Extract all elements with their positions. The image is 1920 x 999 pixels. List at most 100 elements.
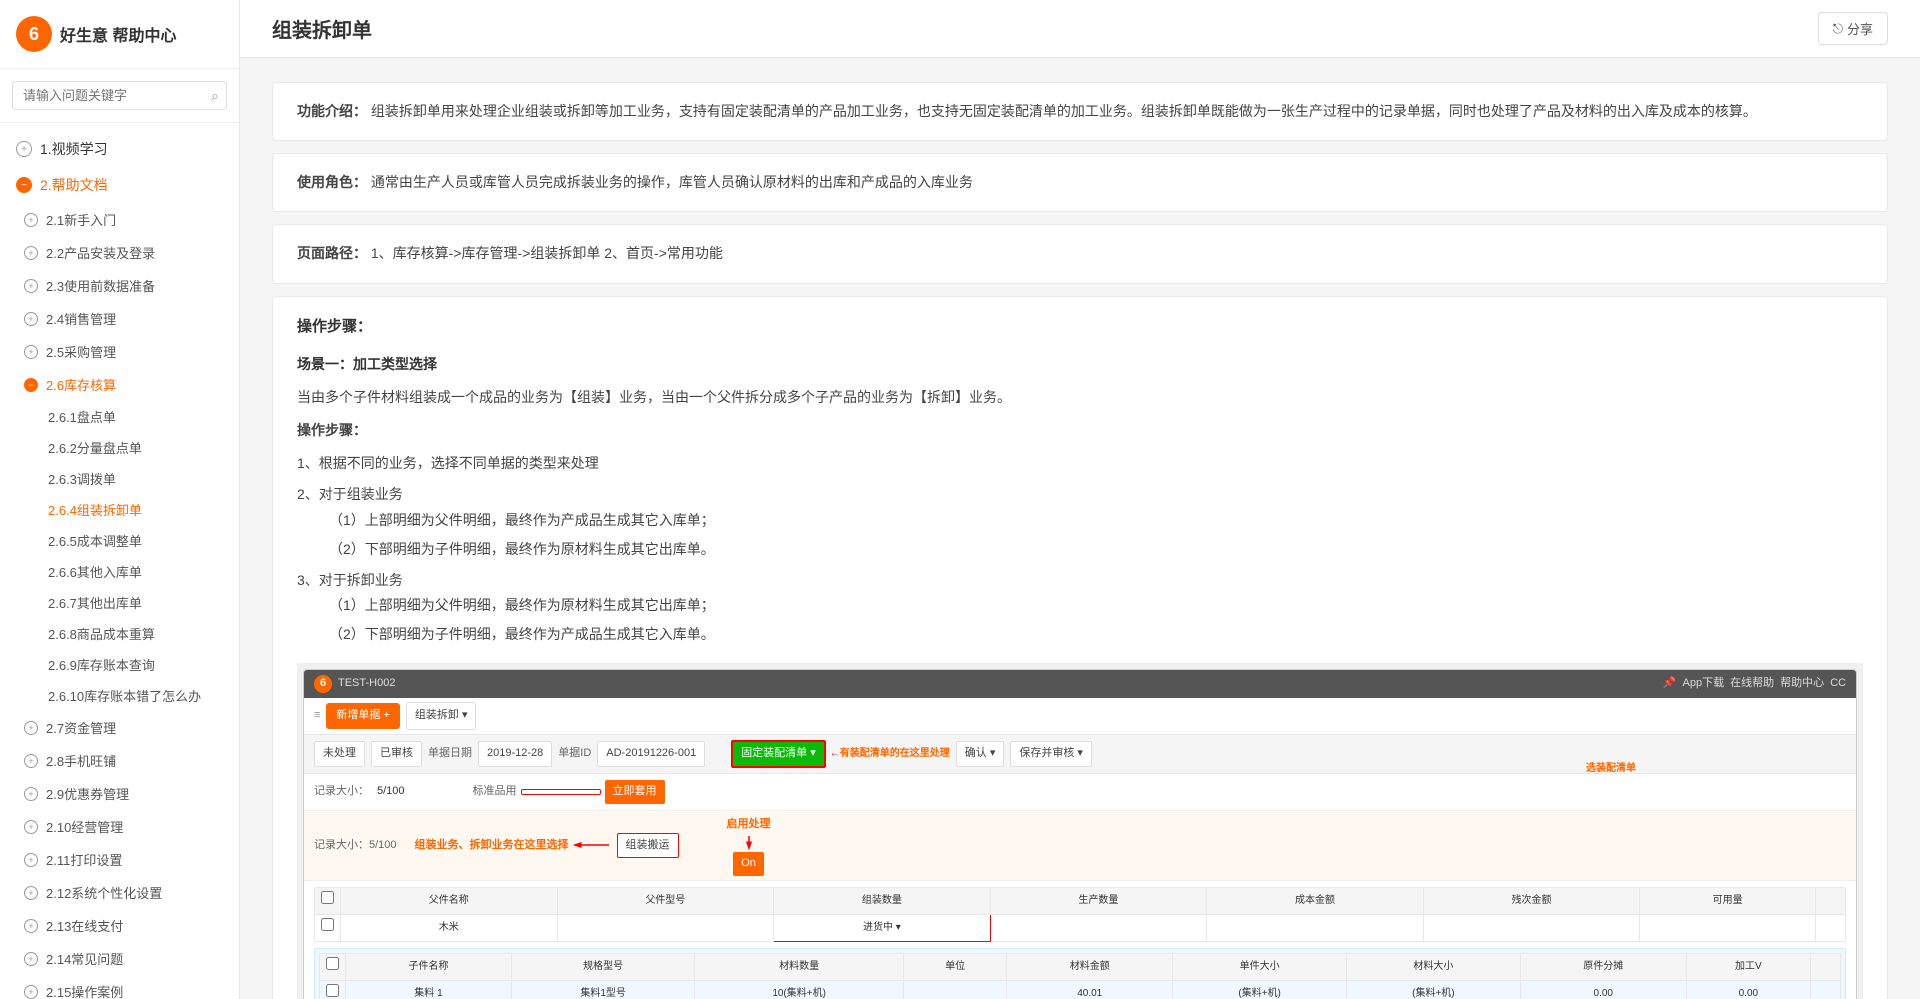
sidebar-item-cases[interactable]: + 2.15操作案例 [0,975,239,999]
minus-icon: − [16,177,32,193]
plus-icon-21: + [24,213,38,227]
mock-bom-select-input[interactable] [521,789,601,795]
step2-sub1: （1）上部明细为父件明细，最终作为产成品生成其它入库单； [297,508,1863,533]
col-cost-amt: 成本金额 [1207,888,1424,915]
mock-doc-type[interactable]: 组装拆卸 ▾ [406,702,477,730]
sidebar-item-print[interactable]: + 2.11打印设置 [0,843,239,876]
nav-level3-items-26: 2.6.1盘点单 2.6.2分量盘点单 2.6.3调拨单 2.6.4组装拆卸单 … [0,401,239,711]
sidebar-item-payment[interactable]: + 2.13在线支付 [0,909,239,942]
sidebar-item-stock-fix[interactable]: 2.6.10库存账本错了怎么办 [0,680,239,711]
scenario1-title: 场景一：加工类型选择 [297,352,1863,377]
row-parent-model [557,915,774,942]
intro-text: 功能介绍： 组装拆卸单用来处理企业组装或拆卸等加工业务，支持有固定装配清单的产品… [297,99,1863,124]
mock-enable-btn[interactable]: On [733,852,764,876]
sidebar-item-other-out[interactable]: 2.6.7其他出库单 [0,587,239,618]
row-action [1816,915,1846,942]
sidebar-item-transfer[interactable]: 2.6.3调拨单 [0,463,239,494]
col-assemble-qty: 组装数量 [774,888,991,915]
search-input[interactable] [12,81,227,110]
sidebar-item-video-learning[interactable]: + 1.视频学习 [0,131,239,167]
select-all-checkbox[interactable] [321,891,334,904]
sidebar-item-data-prep[interactable]: + 2.3使用前数据准备 [0,269,239,302]
plus-icon-211: + [24,853,38,867]
path-text: 页面路径： 1、库存核算->库存管理->组装拆卸单 2、首页->常用功能 [297,241,1863,266]
sidebar-item-inventory[interactable]: − 2.6库存核算 [0,368,239,401]
nav-subsection-213: + 2.13在线支付 [0,909,239,942]
annotation-enable-text: 启用处理 [727,815,771,835]
sidebar-item-install[interactable]: + 2.2产品安装及登录 [0,236,239,269]
sidebar-item-ops[interactable]: + 2.10经营管理 [0,810,239,843]
sidebar-item-cost-adjust[interactable]: 2.6.5成本调整单 [0,525,239,556]
nav-subsection-23: + 2.3使用前数据准备 [0,269,239,302]
steps-title: 操作步骤： [297,313,1863,340]
sub-matamt-1: 40.01 [1007,981,1173,999]
annotation-down-arrow [739,836,759,850]
nav-section-1: + 1.视频学习 [0,131,239,167]
sub-act-1 [1811,981,1841,999]
mock-new-btn[interactable]: 新增单据 + [326,703,399,729]
mock-bom-apply-btn[interactable]: 立即套用 [605,780,665,804]
mock-save-btn[interactable]: 保存并审核 ▾ [1010,741,1092,767]
sidebar-item-finance[interactable]: + 2.7资金管理 [0,711,239,744]
nav-subsection-21: + 2.1新手入门 [0,203,239,236]
sidebar-item-coupon[interactable]: + 2.9优惠券管理 [0,777,239,810]
nav-subsection-26: − 2.6库存核算 2.6.1盘点单 2.6.2分量盘点单 2.6.3调拨单 2… [0,368,239,711]
sub-col-unit: 单位 [903,954,1006,981]
app-name: 好生意 帮助中心 [60,22,176,46]
steps-intro: 操作步骤： [297,418,1863,443]
row-assemble-qty: 进货中 ▾ [774,915,991,942]
app-logo-icon: 6 [16,16,52,52]
sidebar: 6 好生意 帮助中心 ⌕ + 1.视频学习 − 2.帮助文档 + [0,0,240,999]
plus-icon-213: + [24,919,38,933]
sidebar-item-help-docs[interactable]: − 2.帮助文档 [0,167,239,203]
mock-order-label: 单据ID [558,744,591,764]
nav-subsection-24: + 2.4销售管理 [0,302,239,335]
sub-col-share: 原件分摊 [1520,954,1686,981]
sidebar-item-mobile[interactable]: + 2.8手机旺铺 [0,744,239,777]
path-card: 页面路径： 1、库存核算->库存管理->组装拆卸单 2、首页->常用功能 [272,224,1888,283]
nav-section-2: − 2.帮助文档 + 2.1新手入门 + 2.2产品安装及登录 [0,167,239,999]
row-produce-qty [990,915,1207,942]
mock-date-val[interactable]: 2019-12-28 [478,741,552,767]
mock-type-selector[interactable]: 组装搬运 [617,833,679,859]
mock-bom-btn[interactable]: 固定装配清单 ▾ [731,740,826,768]
intro-card: 功能介绍： 组装拆卸单用来处理企业组装或拆卸等加工业务，支持有固定装配清单的产品… [272,82,1888,141]
sidebar-item-stocktake[interactable]: 2.6.1盘点单 [0,401,239,432]
col-actions [1816,888,1846,915]
mock-avatar: CC [1830,674,1846,694]
sidebar-item-assembly[interactable]: 2.6.4组装拆卸单 [0,494,239,525]
sidebar-item-stock-query[interactable]: 2.6.9库存账本查询 [0,649,239,680]
sidebar-item-faq[interactable]: + 2.14常见问题 [0,942,239,975]
row-check[interactable] [315,915,341,942]
sidebar-item-purchase[interactable]: + 2.5采购管理 [0,335,239,368]
mock-tab-approved[interactable]: 已审核 [371,741,422,767]
nav-subsection-210: + 2.10经营管理 [0,810,239,843]
row-parent-name: 木米 [341,915,558,942]
plus-icon-28: + [24,754,38,768]
mock-order-val[interactable]: AD-20191226-001 [597,741,705,767]
annotation-bom-text: 有装配清单的在这里处理 [840,745,950,763]
sub-usize-1: (集料+机) [1173,981,1347,999]
sub-share-1: 0.00 [1520,981,1686,999]
nav-subsection-29: + 2.9优惠券管理 [0,777,239,810]
sidebar-item-personalize[interactable]: + 2.12系统个性化设置 [0,876,239,909]
sidebar-item-other-in[interactable]: 2.6.6其他入库单 [0,556,239,587]
sidebar-item-cost-recalc[interactable]: 2.6.8商品成本重算 [0,618,239,649]
annotation-arrow [573,837,613,853]
share-button[interactable]: ⎋ 分享 [1818,12,1888,45]
annotation-type-text: 组装业务、拆卸业务在这里选择 [415,836,569,856]
annotation-bom: ← [830,745,840,763]
mock-tab-unprocessed[interactable]: 未处理 [314,741,365,767]
mock-app-logo: 6 [314,675,332,693]
sidebar-item-sales[interactable]: + 2.4销售管理 [0,302,239,335]
plus-icon-22: + [24,246,38,260]
sidebar-logo: 6 好生意 帮助中心 [0,0,239,69]
sub-col-name: 子件名称 [346,954,512,981]
mock-action-btn[interactable]: 确认 ▾ [956,741,1005,767]
page-title: 组装拆卸单 [272,14,372,43]
sidebar-item-beginner[interactable]: + 2.1新手入门 [0,203,239,236]
share-icon: ⎋ [1833,21,1843,37]
plus-icon: + [16,141,32,157]
nav-subsection-211: + 2.11打印设置 [0,843,239,876]
sidebar-item-batch-stocktake[interactable]: 2.6.2分量盘点单 [0,432,239,463]
